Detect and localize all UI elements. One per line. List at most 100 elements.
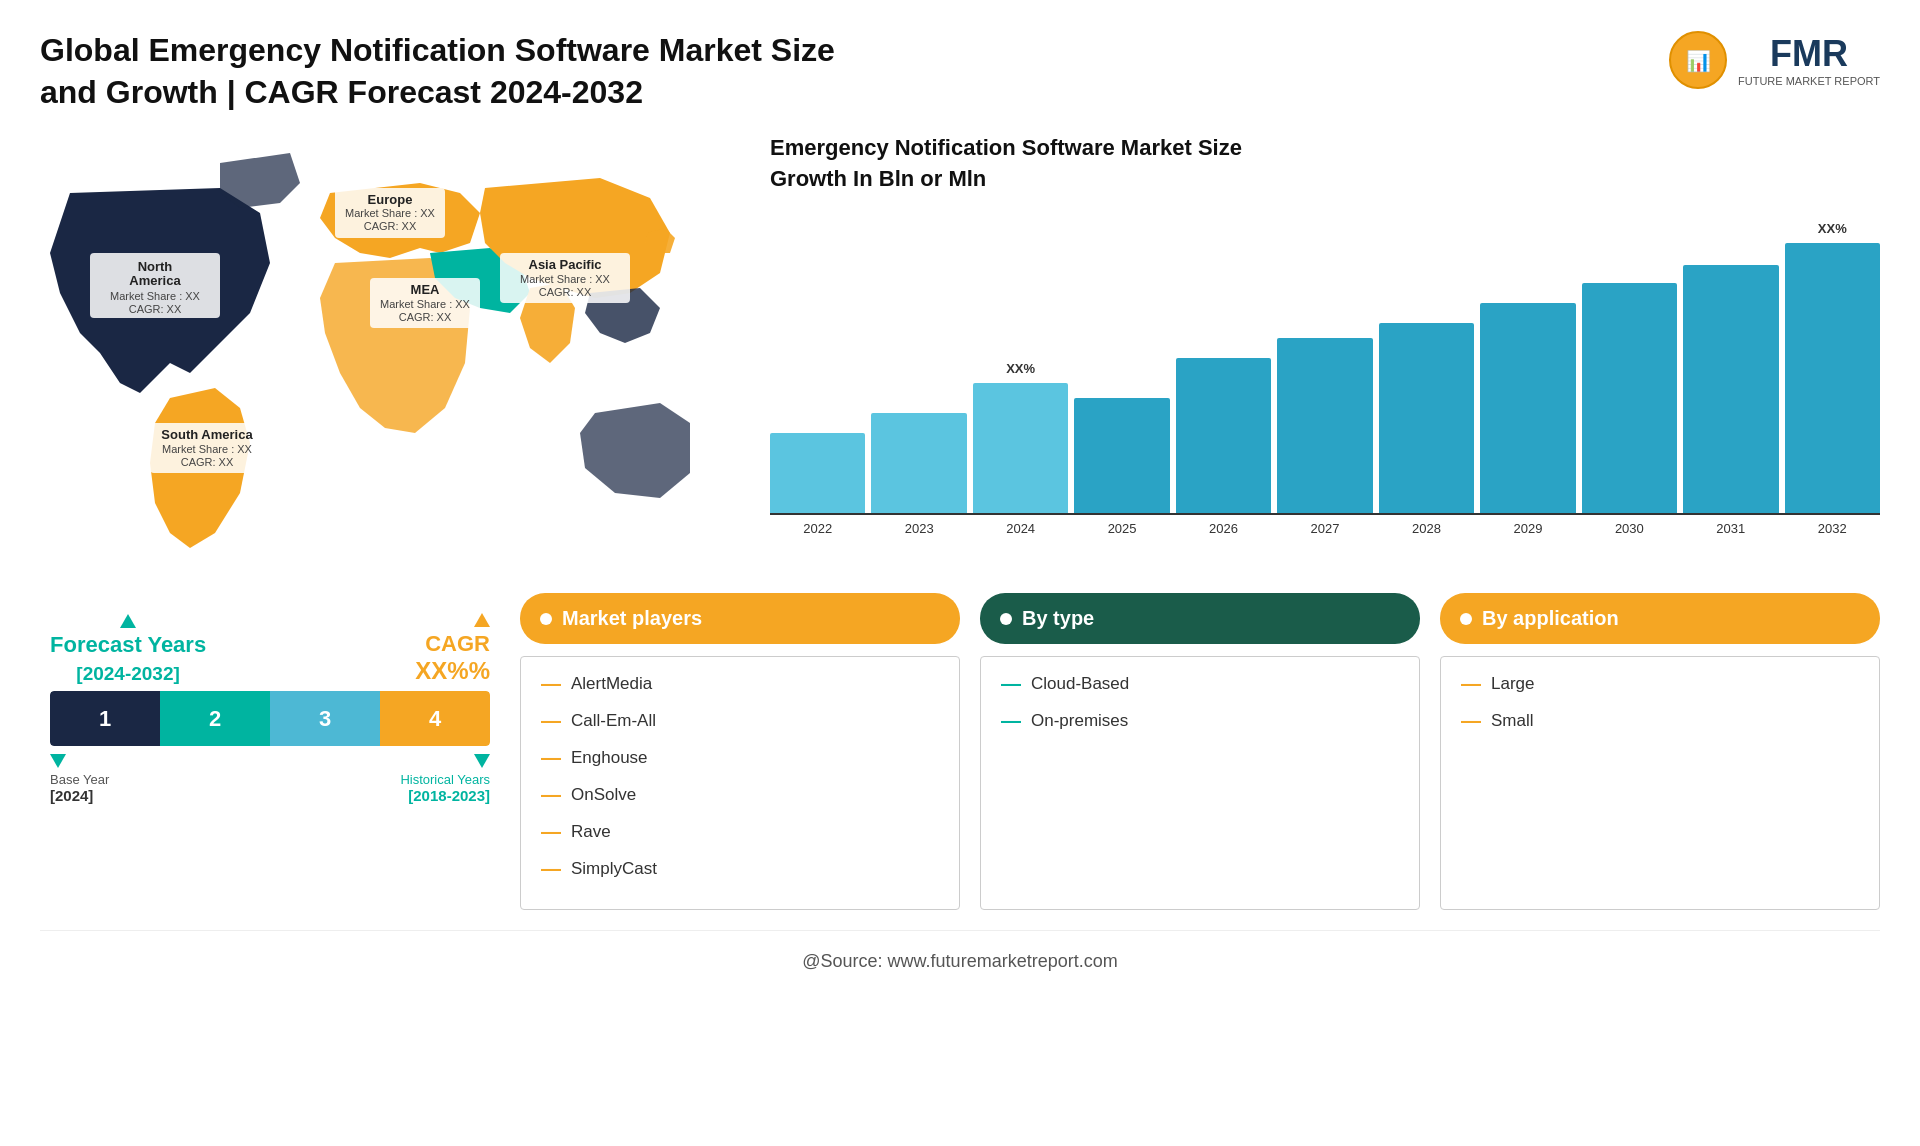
bar-year-label: 2028 [1379,521,1474,536]
cat-header-label: By application [1482,607,1619,630]
list-item-label: On-premises [1031,711,1128,731]
list-item: —Large [1461,672,1859,695]
bar [1074,398,1169,513]
svg-text:📊: 📊 [1686,49,1711,73]
list-item-label: Cloud-Based [1031,674,1129,694]
list-item-dash: — [541,709,561,732]
bar-year-label: 2026 [1176,521,1271,536]
list-item: — Enghouse [541,746,939,769]
list-item: — OnSolve [541,783,939,806]
bar-group: XX% [973,383,1068,513]
logo-fmr: FMR [1770,33,1848,75]
list-item-dash: — [541,820,561,843]
list-item-label: AlertMedia [571,674,652,694]
list-item-dash: — [1461,709,1481,732]
page-title: Global Emergency Notification Software M… [40,30,840,113]
timeline-bar: 1 2 3 4 [50,691,490,746]
list-item-label: Enghouse [571,748,648,768]
timeline-seg-2: 2 [160,691,270,746]
historical-annotation: Historical Years [2018-2023] [400,754,490,804]
list-item: — Small [1461,709,1859,732]
base-year-label: Base Year [50,772,109,787]
cat-header-market-players: Market players [520,593,960,644]
logo-area: 📊 FMR FUTURE MARKET REPORT [1668,30,1880,90]
bar-chart: XX% XX% [770,215,1880,515]
bar-group [871,413,966,513]
list-item: — Cloud-Based [1001,672,1399,695]
logo-icon: 📊 [1668,30,1728,90]
list-item-dash: — [1001,709,1021,732]
list-item-dash: — [541,672,561,695]
svg-text:MEA: MEA [411,282,441,297]
cat-dot-icon [1460,613,1472,625]
cagr-label: CAGR [415,631,490,657]
list-item-label: Rave [571,822,611,842]
forecast-years-value: [2024-2032] [50,663,206,685]
cagr-arrow-up [474,613,490,627]
logo-subtitle: FUTURE MARKET REPORT [1738,75,1880,87]
timeline-block: Forecast Years [2024-2032] CAGR XX%% 1 2… [40,593,500,824]
bar-group [1582,283,1677,513]
historical-label: Historical Years [400,772,490,787]
historical-arrow [474,754,490,768]
svg-text:Europe: Europe [368,192,413,207]
bar [1379,323,1474,513]
bar-group [1277,338,1372,513]
svg-text:Asia Pacific: Asia Pacific [529,257,602,272]
cagr-value: XX%% [415,657,490,685]
timeline-num-4: 4 [429,706,441,732]
bar-year-label: 2029 [1480,521,1575,536]
list-item: — Rave [541,820,939,843]
list-item-label: Small [1491,711,1534,731]
forecast-years-label: Forecast Years [50,632,206,658]
timeline-seg-3: 3 [270,691,380,746]
svg-text:CAGR: XX: CAGR: XX [364,220,417,232]
chart-title: Emergency Notification Software Market S… [770,133,1270,195]
svg-text:Market Share : XX: Market Share : XX [162,443,253,455]
world-map: North America Market Share : XX CAGR: XX… [40,133,720,573]
bar-year-label: 2025 [1074,521,1169,536]
list-item: —SimplyCast [541,857,939,880]
bar-year-label: 2024 [973,521,1068,536]
list-item-dash: — [541,746,561,769]
source-bar: @Source: www.futuremarketreport.com [40,930,1880,992]
svg-text:North: North [138,259,173,274]
base-year-value: [2024] [50,787,109,804]
svg-text:Market Share : XX: Market Share : XX [110,290,201,302]
bar-year-label: 2030 [1582,521,1677,536]
list-item-label: OnSolve [571,785,636,805]
svg-text:America: America [129,273,181,288]
svg-text:Market Share : XX: Market Share : XX [345,207,436,219]
cat-header-by-type: By type [980,593,1420,644]
cat-header-label: By type [1022,607,1094,630]
list-item: —Call-Em-All [541,709,939,732]
category-col-by-type: By type — Cloud-Based — On-premises [980,593,1420,910]
bar-year-label: 2027 [1277,521,1372,536]
bar [1176,358,1271,513]
timeline-seg-4: 4 [380,691,490,746]
list-item-dash: — [1001,672,1021,695]
bar-group [1379,323,1474,513]
bar-year-label: 2023 [871,521,966,536]
page-header: Global Emergency Notification Software M… [40,30,1880,113]
cat-items-market-players: —AlertMedia—Call-Em-All—Enghouse—OnSolve… [520,656,960,910]
cat-header-label: Market players [562,607,702,630]
list-item-label: Large [1491,674,1534,694]
bar [1480,303,1575,513]
bar-years: 2022202320242025202620272028202920302031… [770,521,1880,536]
timeline-num-2: 2 [209,706,221,732]
list-item-dash: — [541,783,561,806]
bar: XX% [1785,243,1880,513]
timeline-num-3: 3 [319,706,331,732]
bar-year-label: 2031 [1683,521,1778,536]
svg-text:CAGR: XX: CAGR: XX [539,286,592,298]
timeline-seg-1: 1 [50,691,160,746]
bar-year-label: 2032 [1785,521,1880,536]
list-item-dash: — [541,857,561,880]
category-col-market-players: Market players—AlertMedia—Call-Em-All—En… [520,593,960,910]
bar-group [1480,303,1575,513]
main-content: North America Market Share : XX CAGR: XX… [40,133,1880,573]
bar-group [1683,265,1778,513]
bar-top-label: XX% [1818,221,1847,236]
map-section: North America Market Share : XX CAGR: XX… [40,133,720,573]
